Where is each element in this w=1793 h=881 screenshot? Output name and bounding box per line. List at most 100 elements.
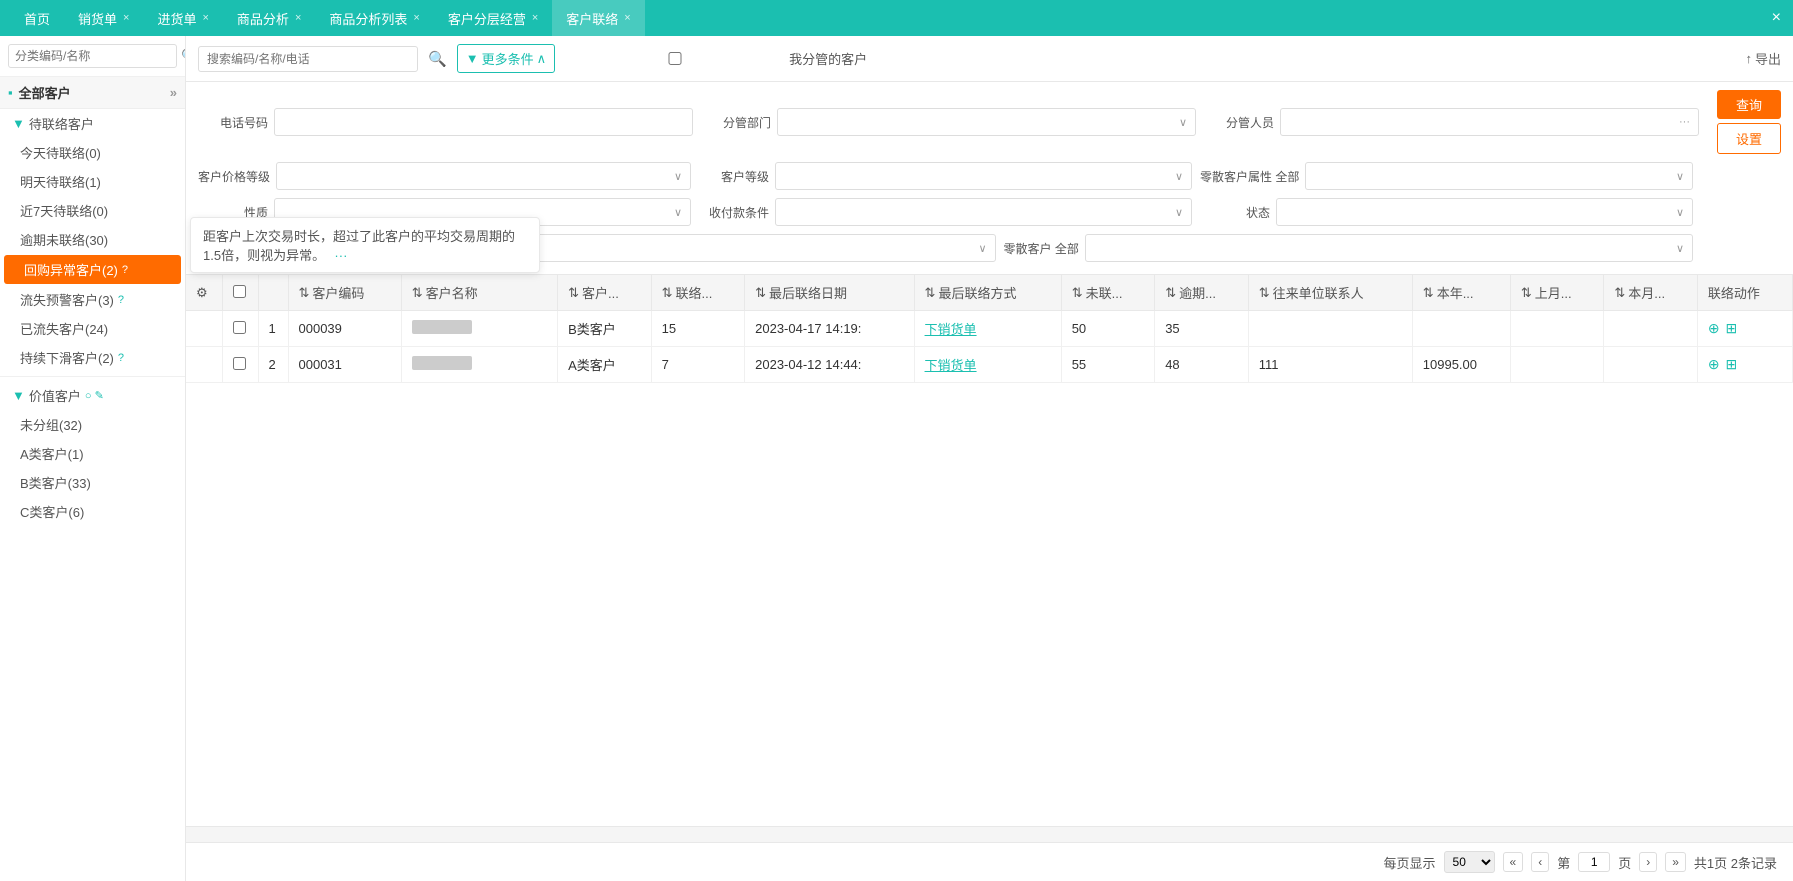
nav-customer-contact[interactable]: 客户联络 × — [552, 0, 644, 36]
sidebar-item-lost[interactable]: 已流失客户(24) — [0, 314, 185, 343]
sidebar-item-c-class[interactable]: C类客户(6) — [0, 497, 185, 526]
sidebar-item-repurchase-abnormal[interactable]: 回购异常客户(2) ? — [4, 255, 181, 284]
col-this-month[interactable]: ⇅ 本月... — [1604, 275, 1698, 311]
col-unit-contact[interactable]: ⇅ 往来单位联系人 — [1248, 275, 1412, 311]
col-checkbox[interactable] — [222, 275, 258, 311]
filter-select-price-level[interactable]: ∨ — [276, 162, 691, 190]
row1-contact: 15 — [651, 311, 745, 347]
sidebar-item-a-class[interactable]: A类客户(1) — [0, 439, 185, 468]
search-button[interactable]: 🔍 — [428, 50, 447, 68]
sidebar-item-continuous-down[interactable]: 持续下滑客户(2) ? — [0, 343, 185, 372]
sidebar-pending-contact-group[interactable]: ▼ 待联络客户 — [0, 109, 185, 138]
filter-select-retail-all[interactable]: ∨ — [1085, 234, 1693, 262]
per-page-select[interactable]: 50 20 100 — [1444, 851, 1495, 873]
sidebar-value-edit-icons[interactable]: ○ ✎ — [85, 389, 104, 402]
main-layout: 🔍 ▪ 全部客户 » ▼ 待联络客户 今天待联络(0) 明天待联络(1) 近7天… — [0, 36, 1793, 881]
row1-grid-icon[interactable]: ⊞ — [1726, 320, 1738, 337]
col-last-contact-date[interactable]: ⇅ 最后联络日期 — [745, 275, 914, 311]
filter-label-status: 状态 — [1200, 204, 1270, 221]
export-button[interactable]: ↑ 导出 — [1745, 49, 1781, 68]
col-unread[interactable]: ⇅ 未联... — [1061, 275, 1155, 311]
col-level[interactable]: ⇅ 客户... — [558, 275, 652, 311]
nav-sales-order[interactable]: 销货单 × — [64, 0, 143, 36]
row1-link-icon[interactable]: ⊕ — [1708, 320, 1720, 337]
sidebar-search-input[interactable] — [8, 44, 177, 68]
filter-select-retail-attr[interactable]: ∨ — [1305, 162, 1693, 190]
nav-product-analysis-list-close-icon[interactable]: × — [413, 12, 419, 24]
filter-select-manager[interactable]: ··· — [1280, 108, 1699, 136]
tooltip-more-icon[interactable]: ··· — [334, 248, 347, 263]
nav-sales-close-icon[interactable]: × — [123, 12, 129, 24]
query-button[interactable]: 查询 — [1717, 90, 1781, 119]
my-customers-check[interactable] — [565, 52, 785, 65]
sidebar-item-b-class[interactable]: B类客户(33) — [0, 468, 185, 497]
row2-link-icon[interactable]: ⊕ — [1708, 356, 1720, 373]
sidebar-item-ungrouped[interactable]: 未分组(32) — [0, 410, 185, 439]
row2-settings — [186, 347, 222, 383]
filter-label-manager: 分管人员 — [1204, 114, 1274, 131]
table-row: 2 000031 A类客户 7 — [186, 347, 1793, 383]
last-page-button[interactable]: » — [1665, 852, 1686, 872]
first-page-button[interactable]: « — [1503, 852, 1524, 872]
nav-home[interactable]: 首页 — [10, 0, 64, 36]
sidebar-item-today-pending[interactable]: 今天待联络(0) — [0, 138, 185, 167]
sidebar-divider — [0, 376, 185, 377]
row1-last-contact-method[interactable]: 下销货单 — [914, 311, 1061, 347]
col-contact-count[interactable]: ⇅ 联络... — [651, 275, 745, 311]
row1-checkbox[interactable] — [222, 311, 258, 347]
row2-checkbox[interactable] — [222, 347, 258, 383]
more-conditions-button[interactable]: ▼ 更多条件 ∧ — [457, 44, 555, 73]
nav-purchase-order[interactable]: 进货单 × — [143, 0, 222, 36]
nav-product-analysis-list[interactable]: 商品分析列表 × — [315, 0, 433, 36]
data-table-container: ⚙ ⇅ 客户编码 — [186, 275, 1793, 826]
my-customers-checkbox[interactable]: 我分管的客户 — [565, 49, 867, 68]
row2-last-contact-method[interactable]: 下销货单 — [914, 347, 1061, 383]
settings-button[interactable]: 设置 — [1717, 123, 1781, 154]
row1-name-blurred — [412, 320, 472, 334]
row1-last-month — [1510, 311, 1604, 347]
select-all-checkbox[interactable] — [233, 285, 246, 298]
filter-select-department[interactable]: ∨ — [777, 108, 1196, 136]
nav-customer-contact-close-icon[interactable]: × — [624, 12, 630, 24]
scroll-inner — [186, 827, 1793, 828]
col-this-year[interactable]: ⇅ 本年... — [1412, 275, 1510, 311]
manager-dots-icon: ··· — [1679, 116, 1690, 128]
col-code[interactable]: ⇅ 客户编码 — [288, 275, 401, 311]
window-close-button[interactable]: × — [1772, 9, 1781, 27]
col-last-month[interactable]: ⇅ 上月... — [1510, 275, 1604, 311]
sidebar-item-overdue-pending[interactable]: 逾期未联络(30) — [0, 225, 185, 254]
row1-check[interactable] — [233, 321, 246, 334]
row2-check[interactable] — [233, 357, 246, 370]
nav-purchase-close-icon[interactable]: × — [202, 12, 208, 24]
sidebar-item-tomorrow-pending[interactable]: 明天待联络(1) — [0, 167, 185, 196]
sidebar-item-lost-preview[interactable]: 流失预警客户(3) ? — [0, 285, 185, 314]
page-number-input[interactable] — [1578, 852, 1610, 872]
sidebar-value-customers-group[interactable]: ▼ 价值客户 ○ ✎ — [0, 381, 185, 410]
nav-product-analysis-close-icon[interactable]: × — [295, 12, 301, 24]
nav-customer-tier[interactable]: 客户分层经营 × — [434, 0, 552, 36]
nav-product-analysis[interactable]: 商品分析 × — [223, 0, 315, 36]
sidebar-item-7days-pending[interactable]: 近7天待联络(0) — [0, 196, 185, 225]
col-overdue[interactable]: ⇅ 逾期... — [1155, 275, 1249, 311]
row2-unread: 55 — [1061, 347, 1155, 383]
repurchase-info-icon: ? — [122, 264, 128, 276]
filter-select-payment[interactable]: ∨ — [775, 198, 1192, 226]
nav-customer-tier-close-icon[interactable]: × — [532, 12, 538, 24]
row2-contact: 7 — [651, 347, 745, 383]
sidebar-fold-icon[interactable]: » — [170, 85, 177, 100]
search-input[interactable] — [198, 46, 418, 72]
filter-select-status[interactable]: ∨ — [1276, 198, 1693, 226]
col-settings[interactable]: ⚙ — [186, 275, 222, 311]
col-last-contact-method[interactable]: ⇅ 最后联络方式 — [914, 275, 1061, 311]
sidebar-collapse-icon[interactable]: ▪ — [8, 85, 13, 100]
prev-page-button[interactable]: ‹ — [1531, 852, 1549, 872]
filter-select-customer-level[interactable]: ∨ — [775, 162, 1192, 190]
filter-label-retail-all: 零散客户 全部 — [1004, 240, 1079, 257]
row2-grid-icon[interactable]: ⊞ — [1726, 356, 1738, 373]
next-page-button[interactable]: › — [1639, 852, 1657, 872]
row1-level: B类客户 — [558, 311, 652, 347]
col-name[interactable]: ⇅ 客户名称 — [401, 275, 557, 311]
filter-input-phone[interactable] — [274, 108, 693, 136]
horizontal-scrollbar[interactable] — [186, 826, 1793, 842]
filter-cell-retail-all: 零散客户 全部 ∨ — [1004, 234, 1694, 262]
